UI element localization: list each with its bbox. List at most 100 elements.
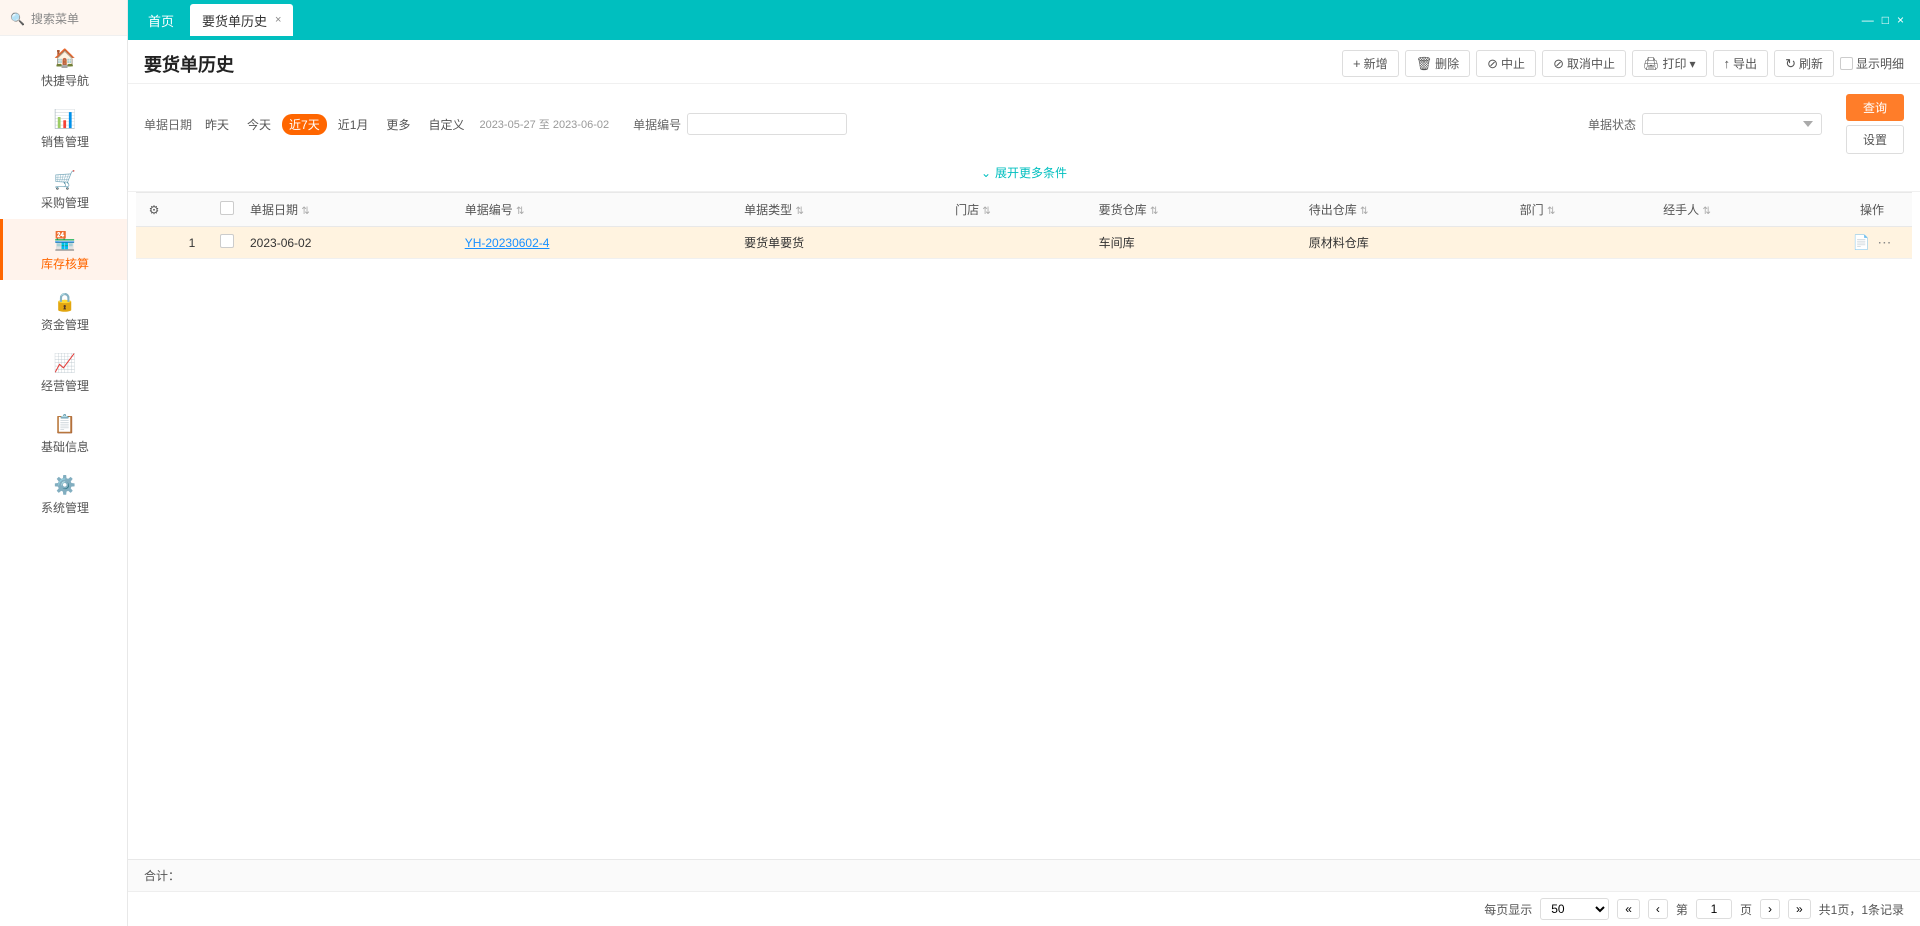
content-area: 要货单历史 + 新增 🗑 删除 ⊘ 中止 ⊘ 取消中止 bbox=[128, 40, 1920, 926]
main-area: 首页 要货单历史 × — □ × 要货单历史 + 新增 🗑 删除 bbox=[128, 0, 1920, 926]
prev-page-btn[interactable]: ‹ bbox=[1648, 899, 1668, 919]
table-footer: 合计： bbox=[128, 859, 1920, 891]
per-page-label: 每页显示 bbox=[1484, 901, 1532, 918]
more-ops-icon[interactable]: ⋯ bbox=[1877, 234, 1891, 250]
close-btn[interactable]: × bbox=[1897, 13, 1904, 27]
date-range-display: 2023-05-27 至 2023-06-02 bbox=[479, 116, 609, 132]
filter-area: 单据日期 昨天 今天 近7天 近1月 更多 自定义 2023-05-27 至 2… bbox=[128, 84, 1920, 192]
basic-icon: 📋 bbox=[54, 414, 76, 435]
home-icon: 🏠 bbox=[54, 48, 76, 69]
row-check-cell[interactable] bbox=[212, 227, 242, 259]
display-detail-checkbox[interactable] bbox=[1840, 57, 1853, 70]
date-btn-custom[interactable]: 自定义 bbox=[421, 114, 471, 135]
sidebar-item-finance[interactable]: 🔒 资金管理 bbox=[0, 280, 127, 341]
next-page-btn[interactable]: › bbox=[1760, 899, 1780, 919]
sidebar-item-basic[interactable]: 📋 基础信息 bbox=[0, 402, 127, 463]
delete-button[interactable]: 🗑 删除 bbox=[1405, 50, 1471, 77]
top-right-controls: — □ × bbox=[1862, 13, 1912, 27]
date-btn-yesterday[interactable]: 昨天 bbox=[198, 114, 236, 135]
tab-history[interactable]: 要货单历史 × bbox=[190, 4, 293, 36]
sidebar-item-system[interactable]: ⚙️ 系统管理 bbox=[0, 463, 127, 524]
sidebar-item-purchase[interactable]: 🛒 采购管理 bbox=[0, 158, 127, 219]
display-detail-label: 显示明细 bbox=[1856, 55, 1904, 72]
first-page-btn[interactable]: « bbox=[1617, 899, 1640, 919]
page-number-input[interactable] bbox=[1696, 899, 1732, 919]
handler-col-header[interactable]: 经手人 ⇅ bbox=[1655, 193, 1832, 227]
date-btn-today[interactable]: 今天 bbox=[240, 114, 278, 135]
tab-home[interactable]: 首页 bbox=[136, 4, 186, 36]
handler-sort-icon: ⇅ bbox=[1702, 206, 1710, 217]
date-btn-recent-month[interactable]: 近1月 bbox=[331, 114, 376, 135]
sidebar-item-sales[interactable]: 📊 销售管理 bbox=[0, 97, 127, 158]
doc-status-select[interactable] bbox=[1642, 113, 1822, 135]
filter-row-1: 单据日期 昨天 今天 近7天 近1月 更多 自定义 2023-05-27 至 2… bbox=[144, 94, 1904, 154]
check-col-header[interactable] bbox=[212, 193, 242, 227]
ops-col-header: 操作 bbox=[1832, 193, 1912, 227]
tab-close-icon[interactable]: × bbox=[275, 14, 281, 26]
export-label: 导出 bbox=[1733, 55, 1757, 72]
data-table: ⚙ 单据日期 ⇅ 单据编号 ⇅ 单据类型 ⇅ bbox=[136, 192, 1912, 259]
req-warehouse-col-header[interactable]: 要货仓库 ⇅ bbox=[1091, 193, 1301, 227]
settings-cell bbox=[136, 227, 172, 259]
date-btn-more[interactable]: 更多 bbox=[379, 114, 417, 135]
expand-more-btn[interactable]: ⌄ 展开更多条件 bbox=[144, 160, 1904, 185]
stop-button[interactable]: ⊘ 中止 bbox=[1476, 50, 1536, 77]
expand-more-icon: ⌄ bbox=[981, 166, 991, 180]
new-icon: + bbox=[1353, 56, 1361, 71]
doc-number-sort-icon: ⇅ bbox=[516, 206, 524, 217]
last-page-btn[interactable]: » bbox=[1788, 899, 1811, 919]
doc-date-col-header[interactable]: 单据日期 ⇅ bbox=[242, 193, 457, 227]
query-button[interactable]: 查询 bbox=[1846, 94, 1904, 121]
refresh-icon: ↻ bbox=[1785, 56, 1796, 72]
new-label: 新增 bbox=[1364, 55, 1388, 72]
pending-warehouse-col-header[interactable]: 待出仓库 ⇅ bbox=[1301, 193, 1512, 227]
doc-number-filter-group: 单据编号 bbox=[633, 113, 847, 135]
export-button[interactable]: ↑ 导出 bbox=[1713, 50, 1769, 77]
refresh-button[interactable]: ↻ 刷新 bbox=[1774, 50, 1834, 77]
sidebar-item-inventory[interactable]: 🏪 库存核算 bbox=[0, 219, 127, 280]
finance-icon: 🔒 bbox=[54, 292, 76, 313]
view-detail-icon[interactable]: 📄 bbox=[1853, 234, 1870, 250]
tab-home-label: 首页 bbox=[148, 11, 174, 30]
page-suffix: 页 bbox=[1740, 901, 1752, 918]
doc-type-col-header[interactable]: 单据类型 ⇅ bbox=[736, 193, 947, 227]
doc-number-col-header[interactable]: 单据编号 ⇅ bbox=[457, 193, 736, 227]
header-actions: + 新增 🗑 删除 ⊘ 中止 ⊘ 取消中止 🖨 打印 bbox=[1342, 50, 1904, 77]
display-detail-toggle[interactable]: 显示明细 bbox=[1840, 55, 1904, 72]
per-page-select[interactable]: 50 10 20 100 bbox=[1540, 898, 1609, 920]
table-header-row: ⚙ 单据日期 ⇅ 单据编号 ⇅ 单据类型 ⇅ bbox=[136, 193, 1912, 227]
doc-type-cell: 要货单要货 bbox=[736, 227, 947, 259]
settings-col-header[interactable]: ⚙ bbox=[136, 193, 172, 227]
maximize-btn[interactable]: □ bbox=[1882, 13, 1889, 27]
tab-history-label: 要货单历史 bbox=[202, 11, 267, 30]
purchase-icon: 🛒 bbox=[54, 170, 76, 191]
select-all-checkbox[interactable] bbox=[220, 201, 234, 215]
print-dropdown-icon: ▾ bbox=[1690, 57, 1696, 71]
sidebar-label-finance: 资金管理 bbox=[41, 316, 89, 333]
handler-cell bbox=[1655, 227, 1832, 259]
cancel-stop-button[interactable]: ⊘ 取消中止 bbox=[1542, 50, 1626, 77]
date-range-buttons: 昨天 今天 近7天 近1月 更多 自定义 bbox=[198, 114, 471, 135]
table-row: 1 2023-06-02 YH-20230602-4 要货单要货 车间库 原材料… bbox=[136, 227, 1912, 259]
search-menu-item[interactable]: 🔍 搜索菜单 bbox=[0, 0, 127, 36]
print-button[interactable]: 🖨 打印 ▾ bbox=[1632, 50, 1707, 77]
sidebar: 🔍 搜索菜单 🏠 快捷导航📊 销售管理🛒 采购管理🏪 库存核算🔒 资金管理📈 经… bbox=[0, 0, 128, 926]
doc-number-cell[interactable]: YH-20230602-4 bbox=[457, 227, 736, 259]
date-btn-recent7[interactable]: 近7天 bbox=[282, 114, 327, 135]
delete-icon: 🗑 bbox=[1416, 56, 1433, 72]
sidebar-item-home[interactable]: 🏠 快捷导航 bbox=[0, 36, 127, 97]
sidebar-item-operation[interactable]: 📈 经营管理 bbox=[0, 341, 127, 402]
system-icon: ⚙️ bbox=[54, 475, 76, 496]
department-col-header[interactable]: 部门 ⇅ bbox=[1512, 193, 1656, 227]
print-icon: 🖨 bbox=[1643, 56, 1660, 72]
set-button[interactable]: 设置 bbox=[1846, 125, 1904, 154]
doc-number-input[interactable] bbox=[687, 113, 847, 135]
new-button[interactable]: + 新增 bbox=[1342, 50, 1399, 77]
minimize-btn[interactable]: — bbox=[1862, 13, 1874, 27]
pagination-bar: 每页显示 50 10 20 100 « ‹ 第 页 › » 共1页，1条记录 bbox=[128, 891, 1920, 926]
store-col-header[interactable]: 门店 ⇅ bbox=[947, 193, 1091, 227]
table-wrap: ⚙ 单据日期 ⇅ 单据编号 ⇅ 单据类型 ⇅ bbox=[128, 192, 1920, 859]
inventory-icon: 🏪 bbox=[54, 231, 76, 252]
sidebar-label-inventory: 库存核算 bbox=[41, 255, 89, 272]
page-label: 第 bbox=[1676, 901, 1688, 918]
